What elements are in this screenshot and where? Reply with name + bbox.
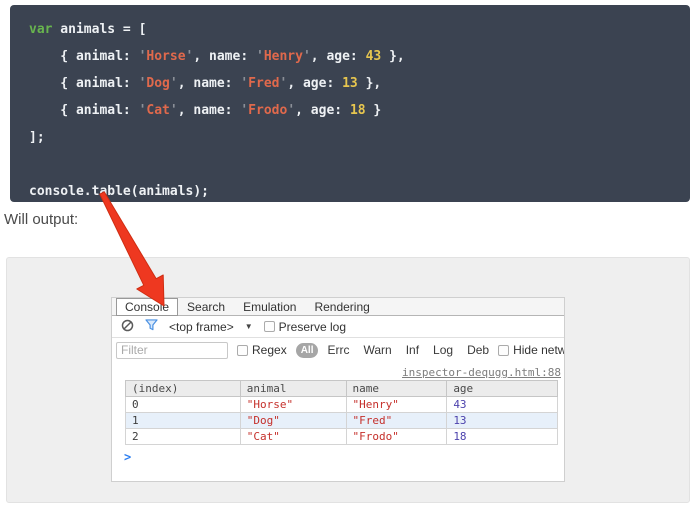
- regex-checkbox[interactable]: [237, 344, 248, 356]
- table-col-header[interactable]: animal: [239, 380, 347, 397]
- code-token-str: Henry: [263, 49, 303, 64]
- filter-level-warn[interactable]: Warn: [363, 343, 391, 357]
- table-cell: "Henry": [345, 396, 448, 413]
- code-token-q: ': [169, 76, 178, 91]
- table-row: 2 "Cat" "Frodo" 18: [125, 428, 558, 445]
- code-line: ];: [29, 124, 671, 151]
- tab-rendering[interactable]: Rendering: [305, 298, 378, 315]
- page: var animals = [ { animal: 'Horse', name:…: [0, 0, 698, 516]
- code-line: { animal: 'Dog', name: 'Fred', age: 13 }…: [29, 70, 671, 97]
- preserve-log-checkbox[interactable]: [263, 321, 275, 332]
- code-token-pl: , age:: [295, 103, 350, 118]
- code-token-pl: , name:: [177, 103, 241, 118]
- table-cell: 43: [446, 396, 558, 413]
- code-token-num: 18: [349, 103, 366, 118]
- code-token-pl: },: [357, 76, 382, 91]
- code-token-pl: , age:: [310, 49, 366, 64]
- code-token-pl: , age:: [287, 76, 343, 91]
- table-col-header[interactable]: age: [446, 380, 558, 397]
- code-line: { animal: 'Cat', name: 'Frodo', age: 18 …: [29, 97, 671, 124]
- table-cell: 18: [446, 428, 558, 445]
- code-token-pl: , name:: [177, 76, 241, 91]
- table-row: 0 "Horse" "Henry" 43: [125, 396, 558, 413]
- clear-console-icon[interactable]: [121, 319, 134, 335]
- console-toolbar: <top frame> ▼ Preserve log: [112, 316, 564, 338]
- regex-option[interactable]: Regex: [237, 343, 287, 357]
- frame-selector[interactable]: <top frame>: [169, 320, 234, 334]
- table-cell: "Cat": [239, 428, 347, 445]
- code-token-q: ': [302, 49, 311, 64]
- filter-all-pill[interactable]: All: [295, 342, 319, 358]
- filter-level-inf[interactable]: Inf: [406, 343, 419, 357]
- filter-input[interactable]: [116, 341, 228, 359]
- tab-console[interactable]: Console: [116, 298, 179, 316]
- table-header-row: (index) animal name age: [125, 380, 558, 397]
- table-cell: 2: [125, 428, 241, 445]
- table-cell: "Fred": [345, 412, 448, 429]
- code-token-num: 43: [365, 49, 382, 64]
- table-col-header[interactable]: name: [345, 380, 448, 397]
- preserve-log-option[interactable]: Preserve log: [263, 319, 347, 334]
- hide-network-checkbox[interactable]: [498, 344, 510, 356]
- table-cell: "Dog": [239, 412, 347, 429]
- code-token-pl: { animal:: [29, 103, 139, 118]
- filter-level-deb[interactable]: Deb: [467, 343, 489, 357]
- code-line: var animals = [: [29, 16, 671, 43]
- filter-funnel-icon[interactable]: [145, 319, 158, 334]
- hide-network-label: Hide networl: [513, 343, 564, 357]
- console-prompt-chevron[interactable]: >: [124, 450, 564, 464]
- console-table: (index) animal name age 0 "Horse" "Henry" 43 1 "…: [125, 380, 558, 445]
- code-token-pl: }: [365, 103, 382, 118]
- code-token-pl: { animal:: [29, 49, 139, 64]
- code-line: console.table(animals);: [29, 178, 671, 202]
- code-snippet: var animals = [ { animal: 'Horse', name:…: [10, 5, 690, 202]
- code-token-pl: , name:: [193, 49, 256, 64]
- log-source-row: inspector-dequgg.html:88: [112, 362, 564, 380]
- code-token-q: ': [240, 103, 249, 118]
- code-line: { animal: 'Horse', name: 'Henry', age: 4…: [29, 43, 671, 70]
- table-cell: "Frodo": [345, 428, 448, 445]
- preserve-log-label: Preserve log: [278, 319, 347, 334]
- table-cell: 0: [125, 396, 241, 413]
- hide-network-option[interactable]: Hide networl: [498, 343, 564, 357]
- chevron-down-icon[interactable]: ▼: [245, 322, 253, 331]
- table-row: 1 "Dog" "Fred" 13: [125, 412, 558, 429]
- devtools-screenshot: Console Search Emulation Rendering <top fra…: [111, 297, 565, 482]
- code-token-num: 13: [342, 76, 358, 91]
- table-cell: 1: [125, 412, 241, 429]
- code-token-pl: { animal:: [29, 76, 139, 91]
- code-token-kw: var: [29, 22, 53, 37]
- devtools-tab-bar: Console Search Emulation Rendering: [112, 298, 564, 316]
- table-col-header[interactable]: (index): [125, 380, 241, 397]
- tab-emulation[interactable]: Emulation: [234, 298, 305, 315]
- code-token-str: Cat: [146, 103, 170, 118]
- source-file-link[interactable]: inspector-dequgg.html:88: [402, 366, 561, 379]
- code-token-str: Frodo: [248, 103, 288, 118]
- filter-level-errc[interactable]: Errc: [327, 343, 349, 357]
- code-token-str: Dog: [146, 76, 170, 91]
- code-token-q: ': [256, 49, 264, 64]
- code-token-str: Fred: [248, 76, 280, 91]
- table-cell: 13: [446, 412, 558, 429]
- code-token-pl: },: [381, 49, 405, 64]
- code-token-q: ': [169, 103, 178, 118]
- code-token-q: ': [287, 103, 296, 118]
- caption-text: Will output:: [4, 211, 79, 228]
- code-token-pl: ];: [29, 130, 45, 145]
- code-token-pl: console.table(animals);: [29, 184, 210, 199]
- filter-level-buttons: Errc Warn Inf Log Deb: [327, 343, 489, 357]
- tab-search[interactable]: Search: [178, 298, 234, 315]
- filter-level-log[interactable]: Log: [433, 343, 453, 357]
- regex-label: Regex: [252, 343, 287, 357]
- code-token-pl: animals = [: [52, 22, 147, 37]
- table-cell: "Horse": [239, 396, 347, 413]
- code-token-q: ': [240, 76, 249, 91]
- code-token-str: Horse: [146, 49, 186, 64]
- console-filter-bar: Regex All Errc Warn Inf Log Deb Hide networl: [112, 338, 564, 362]
